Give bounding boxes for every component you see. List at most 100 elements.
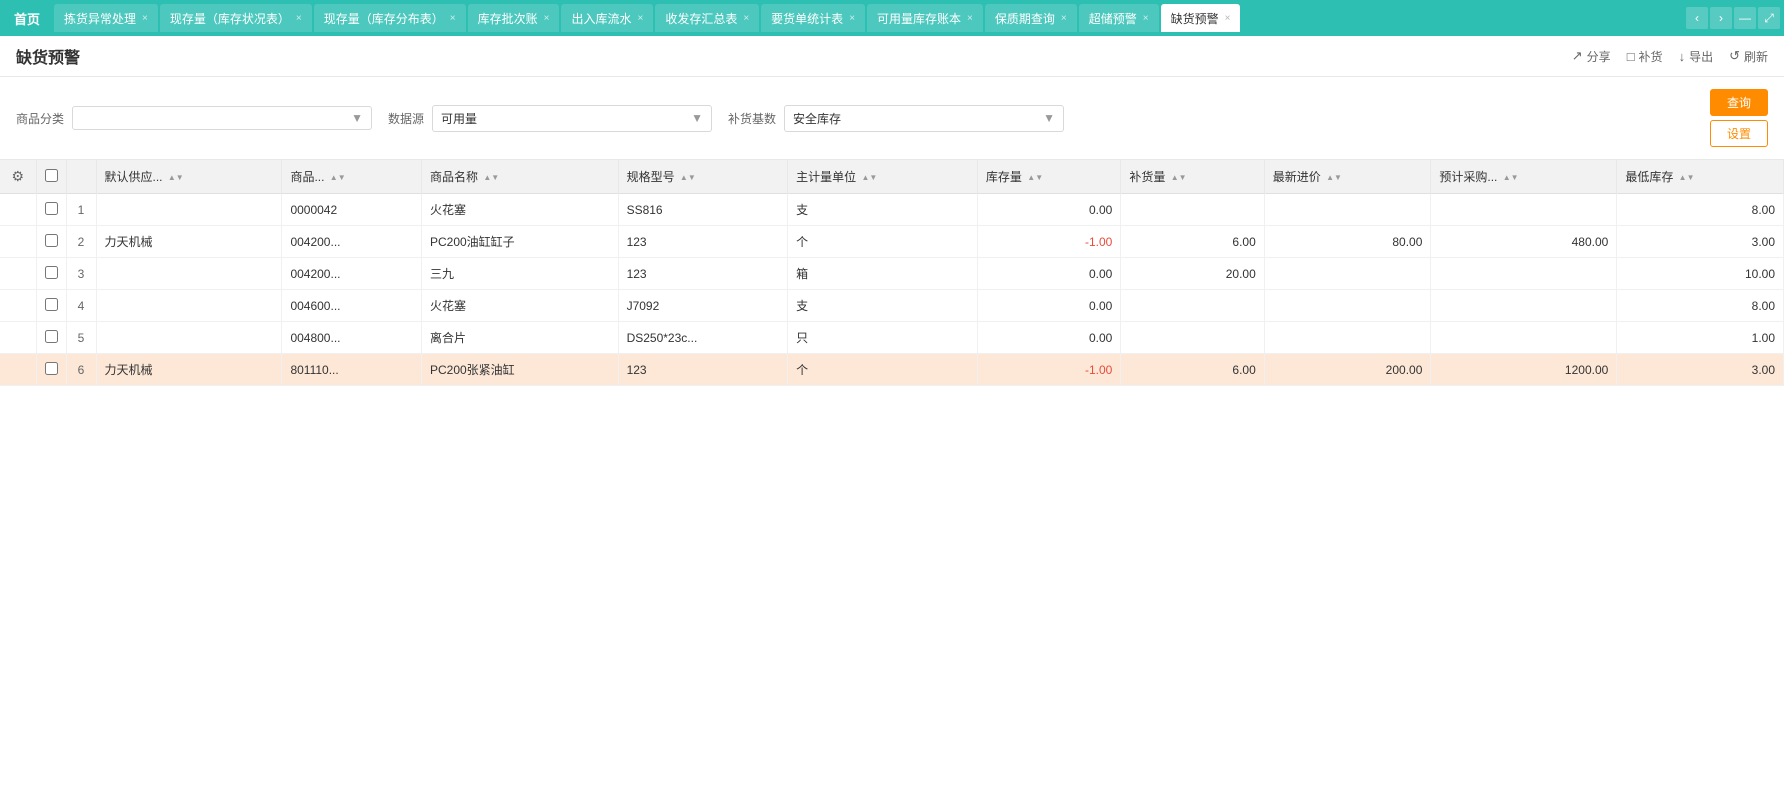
row-checkbox-cell bbox=[36, 290, 66, 322]
row-min-stock: 8.00 bbox=[1617, 194, 1784, 226]
row-est-purchase bbox=[1431, 322, 1617, 354]
tab-available-ledger[interactable]: 可用量库存账本 × bbox=[867, 4, 983, 32]
tab-batch-account[interactable]: 库存批次账× bbox=[468, 4, 560, 32]
column-settings-button[interactable]: ⚙ bbox=[11, 168, 24, 185]
tab-req-stats[interactable]: 要货单统计表 × bbox=[761, 4, 865, 32]
tab-close-icon[interactable]: × bbox=[849, 13, 855, 24]
row-unit: 个 bbox=[788, 354, 978, 386]
tab-next-button[interactable]: › bbox=[1710, 7, 1732, 29]
col-min-stock[interactable]: 最低库存 ▲▼ bbox=[1617, 160, 1784, 194]
replenish-button[interactable]: □ 补货 bbox=[1627, 48, 1663, 65]
datasource-filter-group: 数据源 可用量 ▼ bbox=[388, 105, 712, 132]
tab-label: 可用量库存账本 bbox=[877, 10, 961, 27]
tab-close-icon[interactable]: × bbox=[1225, 13, 1231, 24]
datasource-select[interactable]: 可用量 ▼ bbox=[432, 105, 712, 132]
refresh-button[interactable]: ↺ 刷新 bbox=[1729, 48, 1768, 65]
col-latest-price[interactable]: 最新进价 ▲▼ bbox=[1264, 160, 1431, 194]
row-checkbox[interactable] bbox=[45, 202, 58, 215]
tab-label: 收发存汇总表 bbox=[665, 10, 737, 27]
tab-inventory-dist[interactable]: 现存量（库存分布表）× bbox=[314, 4, 466, 32]
tab-home[interactable]: 首页 bbox=[4, 4, 50, 32]
row-replenish-qty: 6.00 bbox=[1121, 354, 1264, 386]
row-unit: 只 bbox=[788, 322, 978, 354]
col-product-code[interactable]: 商品... ▲▼ bbox=[282, 160, 422, 194]
row-supplier bbox=[96, 258, 282, 290]
replenish-base-label: 补货基数 bbox=[728, 110, 776, 127]
export-button[interactable]: ↓ 导出 bbox=[1679, 48, 1714, 65]
datasource-label: 数据源 bbox=[388, 110, 424, 127]
tab-close-icon[interactable]: × bbox=[743, 13, 749, 24]
row-est-purchase bbox=[1431, 194, 1617, 226]
row-product-name: 离合片 bbox=[421, 322, 618, 354]
share-button[interactable]: ↗ 分享 bbox=[1572, 48, 1611, 65]
row-gear-cell bbox=[0, 194, 36, 226]
tab-abnormal[interactable]: 拣货异常处理× bbox=[54, 4, 158, 32]
row-spec: DS250*23c... bbox=[618, 322, 788, 354]
refresh-icon: ↺ bbox=[1729, 48, 1740, 64]
tab-inventory-status[interactable]: 现存量（库存状况表） × bbox=[160, 4, 312, 32]
row-checkbox[interactable] bbox=[45, 330, 58, 343]
row-replenish-qty bbox=[1121, 322, 1264, 354]
tab-prev-button[interactable]: ‹ bbox=[1686, 7, 1708, 29]
tab-label: 现存量（库存状况表） bbox=[170, 10, 290, 27]
row-stock-qty: 0.00 bbox=[977, 290, 1120, 322]
tab-close-icon[interactable]: × bbox=[544, 13, 550, 24]
page-header: 缺货预警 ↗ 分享 □ 补货 ↓ 导出 ↺ 刷新 bbox=[0, 36, 1784, 77]
col-product-name[interactable]: 商品名称 ▲▼ bbox=[421, 160, 618, 194]
row-est-purchase: 480.00 bbox=[1431, 226, 1617, 258]
col-unit[interactable]: 主计量单位 ▲▼ bbox=[788, 160, 978, 194]
row-checkbox-cell bbox=[36, 194, 66, 226]
select-all-checkbox[interactable] bbox=[45, 169, 58, 182]
row-checkbox[interactable] bbox=[45, 362, 58, 375]
category-select[interactable]: ▼ bbox=[72, 106, 372, 130]
tab-nav-buttons: ‹ › — ⤢ bbox=[1684, 7, 1780, 29]
row-checkbox-cell bbox=[36, 322, 66, 354]
tab-overstock-warn[interactable]: 超储预警 × bbox=[1079, 4, 1159, 32]
row-latest-price: 80.00 bbox=[1264, 226, 1431, 258]
row-checkbox[interactable] bbox=[45, 266, 58, 279]
replenish-icon: □ bbox=[1627, 49, 1635, 64]
tab-close-icon[interactable]: × bbox=[967, 13, 973, 24]
datasource-value: 可用量 bbox=[441, 110, 477, 127]
table-row: 6 力天机械 801110... PC200张紧油缸 123 个 -1.00 6… bbox=[0, 354, 1784, 386]
query-button[interactable]: 查询 bbox=[1710, 89, 1768, 116]
replenish-base-select[interactable]: 安全库存 ▼ bbox=[784, 105, 1064, 132]
replenish-base-value: 安全库存 bbox=[793, 110, 841, 127]
spec-sort-icon: ▲▼ bbox=[680, 173, 696, 182]
tab-close-icon[interactable]: × bbox=[637, 13, 643, 24]
row-checkbox[interactable] bbox=[45, 298, 58, 311]
tab-close-icon[interactable]: × bbox=[1143, 13, 1149, 24]
tab-expiry-query[interactable]: 保质期查询× bbox=[985, 4, 1077, 32]
row-latest-price bbox=[1264, 258, 1431, 290]
col-stock-qty[interactable]: 库存量 ▲▼ bbox=[977, 160, 1120, 194]
col-est-purchase[interactable]: 预计采购... ▲▼ bbox=[1431, 160, 1617, 194]
row-number: 4 bbox=[66, 290, 96, 322]
page-title: 缺货预警 bbox=[16, 44, 80, 68]
tab-close-icon[interactable]: × bbox=[296, 13, 302, 24]
col-replenish-qty[interactable]: 补货量 ▲▼ bbox=[1121, 160, 1264, 194]
tab-close-icon[interactable]: × bbox=[450, 13, 456, 24]
row-min-stock: 3.00 bbox=[1617, 226, 1784, 258]
tab-close-icon[interactable]: × bbox=[1061, 13, 1067, 24]
datasource-dropdown-icon: ▼ bbox=[691, 111, 703, 125]
row-spec: 123 bbox=[618, 258, 788, 290]
main-content: 缺货预警 ↗ 分享 □ 补货 ↓ 导出 ↺ 刷新 商品分类 bbox=[0, 36, 1784, 796]
col-spec[interactable]: 规格型号 ▲▼ bbox=[618, 160, 788, 194]
col-default-supplier[interactable]: 默认供应... ▲▼ bbox=[96, 160, 282, 194]
export-icon: ↓ bbox=[1679, 49, 1686, 64]
tab-minimize-button[interactable]: — bbox=[1734, 7, 1756, 29]
tab-close-icon[interactable]: × bbox=[142, 13, 148, 24]
tab-fullscreen-button[interactable]: ⤢ bbox=[1758, 7, 1780, 29]
row-stock-qty: 0.00 bbox=[977, 258, 1120, 290]
tab-recv-summary[interactable]: 收发存汇总表 × bbox=[655, 4, 759, 32]
tab-label: 要货单统计表 bbox=[771, 10, 843, 27]
row-checkbox-cell bbox=[36, 258, 66, 290]
tab-label: 超储预警 bbox=[1089, 10, 1137, 27]
row-replenish-qty bbox=[1121, 290, 1264, 322]
tab-shortage-warn[interactable]: 缺货预警 × bbox=[1161, 4, 1241, 32]
row-stock-qty: 0.00 bbox=[977, 322, 1120, 354]
settings-button[interactable]: 设置 bbox=[1710, 120, 1768, 147]
tab-inout-flow[interactable]: 出入库流水× bbox=[561, 4, 653, 32]
tab-label: 缺货预警 bbox=[1171, 10, 1219, 27]
row-checkbox[interactable] bbox=[45, 234, 58, 247]
